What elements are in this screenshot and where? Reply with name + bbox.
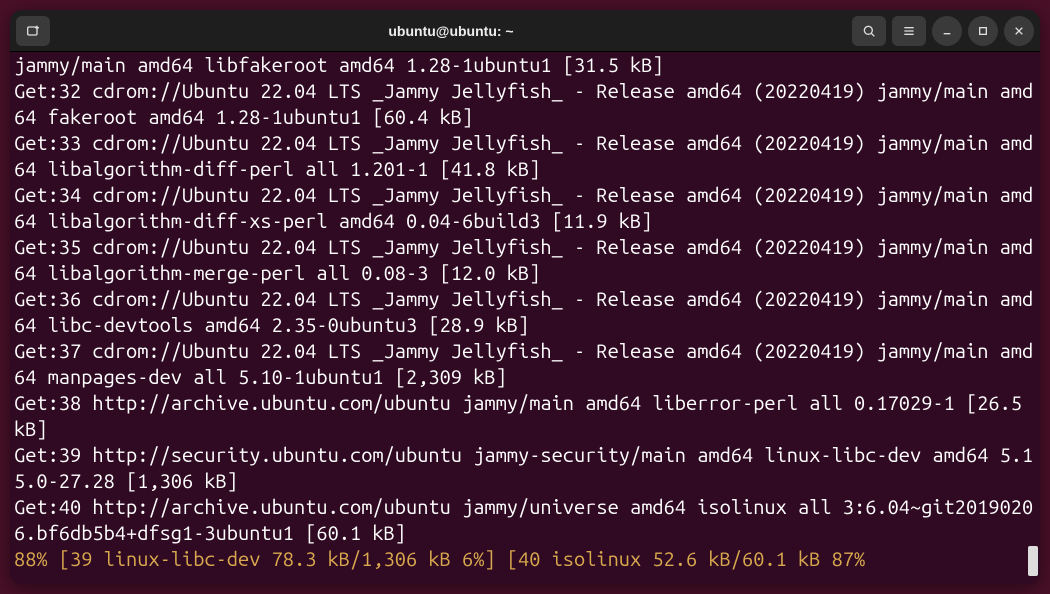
new-tab-button[interactable] [16,16,50,46]
close-button[interactable] [1004,16,1034,46]
terminal-area[interactable]: jammy/main amd64 libfakeroot amd64 1.28-… [10,52,1040,584]
terminal-progress-line: 88% [39 linux-libc-dev 78.3 kB/1,306 kB … [10,546,1040,572]
window-title: ubuntu@ubuntu: ~ [56,23,846,39]
search-button[interactable] [852,16,886,46]
menu-button[interactable] [892,16,926,46]
minimize-button[interactable] [932,16,962,46]
titlebar: ubuntu@ubuntu: ~ [10,10,1040,52]
terminal-window: ubuntu@ubuntu: ~ jammy/main amd64 libfak… [10,10,1040,584]
maximize-button[interactable] [968,16,998,46]
scrollbar-thumb[interactable] [1028,546,1038,576]
terminal-output: jammy/main amd64 libfakeroot amd64 1.28-… [10,52,1040,546]
